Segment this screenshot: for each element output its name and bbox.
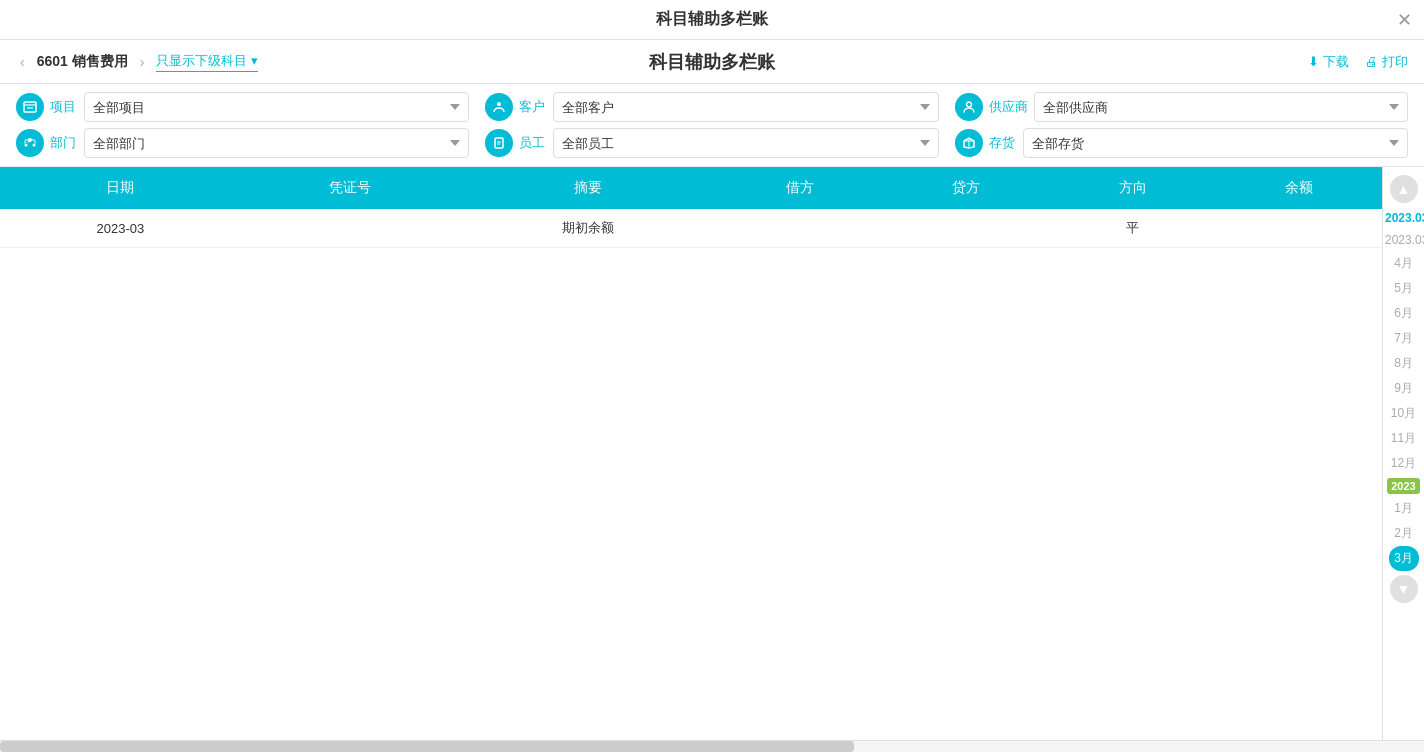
customer-select[interactable]: 全部客户: [553, 92, 938, 122]
svg-rect-7: [495, 138, 503, 148]
cell-credit: [883, 209, 1049, 248]
cell-summary: 期初余额: [460, 209, 717, 248]
toolbar-right: ⬇ 下载 🖨 打印: [1308, 53, 1408, 71]
next-account-button[interactable]: ›: [136, 52, 149, 72]
department-select[interactable]: 全部部门: [84, 128, 469, 158]
col-voucher: 凭证号: [241, 167, 460, 209]
sidebar-down-arrow[interactable]: ▼: [1390, 575, 1418, 603]
inventory-label: 存货: [989, 134, 1017, 152]
filter-item-employee: 员工 全部员工: [485, 128, 938, 158]
svg-point-3: [966, 102, 971, 107]
print-button[interactable]: 🖨 打印: [1365, 53, 1408, 71]
sidebar-month-2[interactable]: 2月: [1383, 521, 1424, 546]
sidebar-month-3-active[interactable]: 3月: [1389, 546, 1419, 571]
sidebar-month-4[interactable]: 4月: [1383, 251, 1424, 276]
col-date: 日期: [0, 167, 241, 209]
page-title: 科目辅助多栏账: [649, 50, 775, 74]
sidebar-month-1[interactable]: 1月: [1383, 496, 1424, 521]
account-code: 6601 销售费用: [37, 53, 128, 71]
horizontal-scrollbar[interactable]: [0, 740, 1424, 752]
filters-panel: 项目 全部项目 客户 全部客户 供应商 全部供应商: [0, 84, 1424, 167]
print-icon: 🖨: [1365, 54, 1378, 69]
filter-item-inventory: 存货 全部存货: [955, 128, 1408, 158]
sidebar-month-9[interactable]: 9月: [1383, 376, 1424, 401]
col-credit: 贷方: [883, 167, 1049, 209]
sidebar-month-10[interactable]: 10月: [1383, 401, 1424, 426]
ledger-table: 日期 凭证号 摘要 借方 贷方 方向 余额 2023-03 期初余额 平: [0, 167, 1382, 248]
col-direction: 方向: [1049, 167, 1215, 209]
cell-date: 2023-03: [0, 209, 241, 248]
supplier-select[interactable]: 全部供应商: [1034, 92, 1408, 122]
supplier-icon: [955, 93, 983, 121]
sidebar-month-2023-03-top[interactable]: 2023.03: [1383, 207, 1424, 229]
project-icon: [16, 93, 44, 121]
year-badge: 2023: [1387, 478, 1419, 494]
close-button[interactable]: ✕: [1397, 9, 1412, 31]
sidebar-month-5[interactable]: 5月: [1383, 276, 1424, 301]
print-label: 打印: [1382, 53, 1408, 71]
sidebar-month-6[interactable]: 6月: [1383, 301, 1424, 326]
sub-account-arrow-icon: ▾: [251, 53, 258, 68]
sidebar-month-11[interactable]: 11月: [1383, 426, 1424, 451]
sidebar-month-2023-03-dup[interactable]: 2023.03: [1383, 229, 1424, 251]
table-row: 2023-03 期初余额 平: [0, 209, 1382, 248]
svg-point-5: [25, 144, 28, 147]
table-area[interactable]: 日期 凭证号 摘要 借方 贷方 方向 余额 2023-03 期初余额 平: [0, 167, 1382, 740]
customer-icon: [485, 93, 513, 121]
download-icon: ⬇: [1308, 54, 1319, 69]
inventory-select[interactable]: 全部存货: [1023, 128, 1408, 158]
svg-point-6: [33, 144, 36, 147]
sub-account-label: 只显示下级科目: [156, 52, 247, 70]
employee-label: 员工: [519, 134, 547, 152]
col-balance: 余额: [1216, 167, 1382, 209]
cell-balance: [1216, 209, 1382, 248]
download-button[interactable]: ⬇ 下载: [1308, 53, 1349, 71]
col-summary: 摘要: [460, 167, 717, 209]
main-content: 日期 凭证号 摘要 借方 贷方 方向 余额 2023-03 期初余额 平 ▲ 202…: [0, 167, 1424, 740]
svg-rect-0: [24, 102, 36, 112]
table-header-row: 日期 凭证号 摘要 借方 贷方 方向 余额: [0, 167, 1382, 209]
scrollbar-thumb[interactable]: [0, 741, 854, 752]
sidebar-up-arrow[interactable]: ▲: [1390, 175, 1418, 203]
main-window: 科目辅助多栏账 ✕ ‹ 6601 销售费用 › 只显示下级科目 ▾ 科目辅助多栏…: [0, 0, 1424, 752]
employee-icon: [485, 129, 513, 157]
toolbar: ‹ 6601 销售费用 › 只显示下级科目 ▾ 科目辅助多栏账 ⬇ 下载 🖨 打…: [0, 40, 1424, 84]
customer-label: 客户: [519, 98, 547, 116]
sidebar-month-12[interactable]: 12月: [1383, 451, 1424, 476]
filter-item-customer: 客户 全部客户: [485, 92, 938, 122]
project-label: 项目: [50, 98, 78, 116]
title-bar: 科目辅助多栏账 ✕: [0, 0, 1424, 40]
download-label: 下载: [1323, 53, 1349, 71]
filter-item-department: 部门 全部部门: [16, 128, 469, 158]
department-icon: [16, 129, 44, 157]
filter-item-supplier: 供应商 全部供应商: [955, 92, 1408, 122]
department-label: 部门: [50, 134, 78, 152]
project-select[interactable]: 全部项目: [84, 92, 469, 122]
sidebar-month-7[interactable]: 7月: [1383, 326, 1424, 351]
supplier-label: 供应商: [989, 98, 1028, 116]
inventory-icon: [955, 129, 983, 157]
col-debit: 借方: [717, 167, 883, 209]
cell-debit: [717, 209, 883, 248]
filter-item-project: 项目 全部项目: [16, 92, 469, 122]
sub-account-toggle[interactable]: 只显示下级科目 ▾: [156, 52, 258, 72]
prev-account-button[interactable]: ‹: [16, 52, 29, 72]
employee-select[interactable]: 全部员工: [553, 128, 938, 158]
sidebar-month-8[interactable]: 8月: [1383, 351, 1424, 376]
right-sidebar: ▲ 2023.03 2023.03 4月 5月 6月 7月 8月 9月 10月 …: [1382, 167, 1424, 740]
cell-voucher: [241, 209, 460, 248]
window-title: 科目辅助多栏账: [656, 9, 768, 30]
cell-direction: 平: [1049, 209, 1215, 248]
